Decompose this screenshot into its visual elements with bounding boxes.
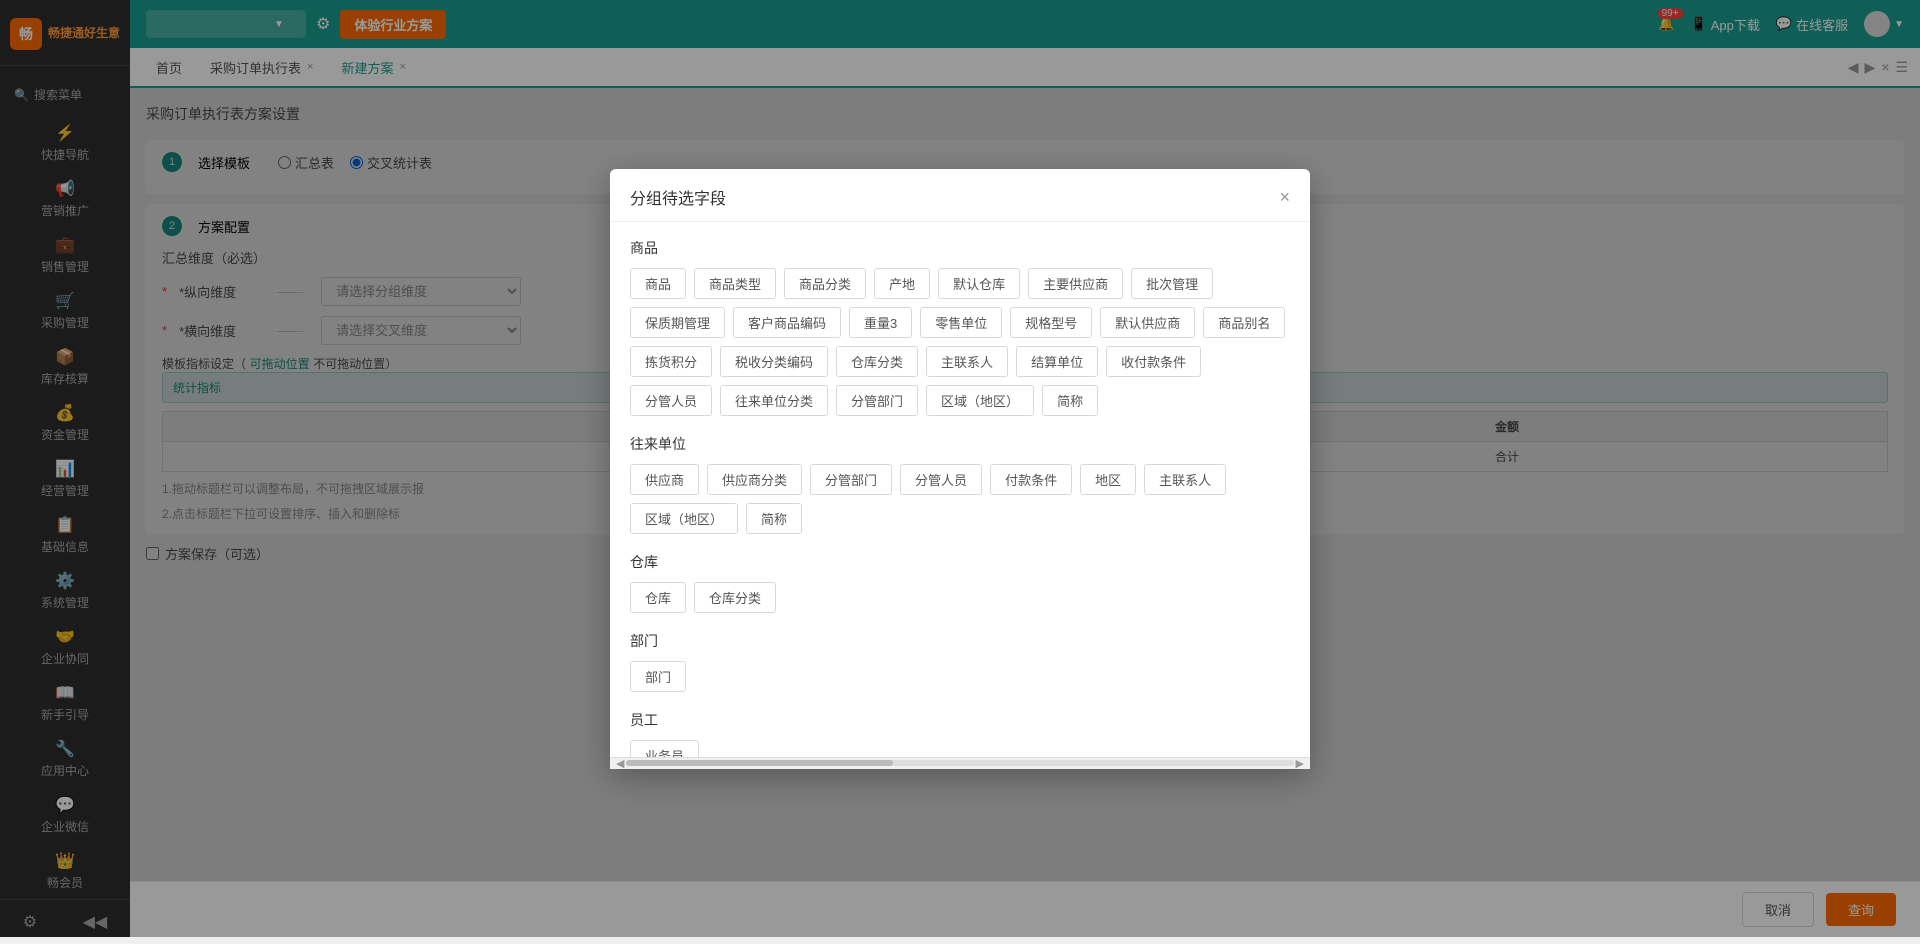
field-tags-partner: 供应商 供应商分类 分管部门 分管人员 付款条件 地区 主联系人 区域（地区） …: [630, 464, 1290, 534]
field-tag-partner-5[interactable]: 地区: [1080, 464, 1136, 495]
field-tag-partner-7[interactable]: 区域（地区）: [630, 503, 738, 534]
field-tag-partner-8[interactable]: 简称: [746, 503, 802, 534]
field-selection-modal: 分组待选字段 × 商品 商品 商品类型 商品分类 产地 默认仓库 主要供应商 批…: [610, 169, 1310, 769]
field-group-product: 商品 商品 商品类型 商品分类 产地 默认仓库 主要供应商 批次管理 保质期管理…: [630, 238, 1290, 416]
field-group-dept-title: 部门: [630, 631, 1290, 651]
field-tag-product-18[interactable]: 结算单位: [1016, 346, 1098, 377]
field-group-partner-title: 往来单位: [630, 434, 1290, 454]
field-tag-product-11[interactable]: 规格型号: [1010, 307, 1092, 338]
field-group-dept: 部门 部门: [630, 631, 1290, 692]
field-tag-product-13[interactable]: 商品别名: [1203, 307, 1285, 338]
field-tags-product: 商品 商品类型 商品分类 产地 默认仓库 主要供应商 批次管理 保质期管理 客户…: [630, 268, 1290, 416]
field-tag-product-21[interactable]: 往来单位分类: [720, 385, 828, 416]
field-group-warehouse-title: 仓库: [630, 552, 1290, 572]
field-tag-product-4[interactable]: 默认仓库: [938, 268, 1020, 299]
field-tag-product-5[interactable]: 主要供应商: [1028, 268, 1123, 299]
field-tag-product-6[interactable]: 批次管理: [1131, 268, 1213, 299]
field-group-warehouse: 仓库 仓库 仓库分类: [630, 552, 1290, 613]
modal-horizontal-scrollbar[interactable]: ◀ ▶: [610, 757, 1310, 769]
field-tag-partner-6[interactable]: 主联系人: [1144, 464, 1226, 495]
field-tag-product-19[interactable]: 收付款条件: [1106, 346, 1201, 377]
field-tag-product-2[interactable]: 商品分类: [784, 268, 866, 299]
field-tag-partner-0[interactable]: 供应商: [630, 464, 699, 495]
field-tag-product-9[interactable]: 重量3: [849, 307, 912, 338]
field-tag-product-3[interactable]: 产地: [874, 268, 930, 299]
field-tag-product-0[interactable]: 商品: [630, 268, 686, 299]
field-tag-product-16[interactable]: 仓库分类: [836, 346, 918, 377]
field-tag-product-24[interactable]: 简称: [1042, 385, 1098, 416]
field-tag-product-17[interactable]: 主联系人: [926, 346, 1008, 377]
field-tag-warehouse-1[interactable]: 仓库分类: [694, 582, 776, 613]
field-group-employee: 员工 业务员: [630, 710, 1290, 757]
field-tag-dept-0[interactable]: 部门: [630, 661, 686, 692]
field-tag-partner-3[interactable]: 分管人员: [900, 464, 982, 495]
field-tag-employee-0[interactable]: 业务员: [630, 740, 699, 757]
hscroll-track: [626, 760, 1293, 766]
field-group-product-title: 商品: [630, 238, 1290, 258]
field-group-partner: 往来单位 供应商 供应商分类 分管部门 分管人员 付款条件 地区 主联系人 区域…: [630, 434, 1290, 534]
field-tags-employee: 业务员: [630, 740, 1290, 757]
field-tags-warehouse: 仓库 仓库分类: [630, 582, 1290, 613]
hscroll-right-btn[interactable]: ▶: [1294, 757, 1306, 770]
modal-overlay: 分组待选字段 × 商品 商品 商品类型 商品分类 产地 默认仓库 主要供应商 批…: [0, 0, 1920, 937]
field-tag-product-23[interactable]: 区域（地区）: [926, 385, 1034, 416]
field-tag-product-15[interactable]: 税收分类编码: [720, 346, 828, 377]
field-tag-product-20[interactable]: 分管人员: [630, 385, 712, 416]
field-tag-product-14[interactable]: 拣货积分: [630, 346, 712, 377]
field-tag-partner-4[interactable]: 付款条件: [990, 464, 1072, 495]
hscroll-left-btn[interactable]: ◀: [614, 757, 626, 770]
modal-close-button[interactable]: ×: [1279, 188, 1290, 206]
modal-title: 分组待选字段: [630, 185, 726, 209]
field-tag-product-22[interactable]: 分管部门: [836, 385, 918, 416]
field-group-employee-title: 员工: [630, 710, 1290, 730]
field-tag-product-7[interactable]: 保质期管理: [630, 307, 725, 338]
field-tag-product-8[interactable]: 客户商品编码: [733, 307, 841, 338]
modal-body[interactable]: 商品 商品 商品类型 商品分类 产地 默认仓库 主要供应商 批次管理 保质期管理…: [610, 222, 1310, 757]
hscroll-thumb: [626, 760, 893, 766]
field-tag-partner-2[interactable]: 分管部门: [810, 464, 892, 495]
field-tag-warehouse-0[interactable]: 仓库: [630, 582, 686, 613]
field-tag-partner-1[interactable]: 供应商分类: [707, 464, 802, 495]
field-tag-product-1[interactable]: 商品类型: [694, 268, 776, 299]
field-tag-product-12[interactable]: 默认供应商: [1100, 307, 1195, 338]
modal-header: 分组待选字段 ×: [610, 169, 1310, 222]
field-tags-dept: 部门: [630, 661, 1290, 692]
field-tag-product-10[interactable]: 零售单位: [920, 307, 1002, 338]
